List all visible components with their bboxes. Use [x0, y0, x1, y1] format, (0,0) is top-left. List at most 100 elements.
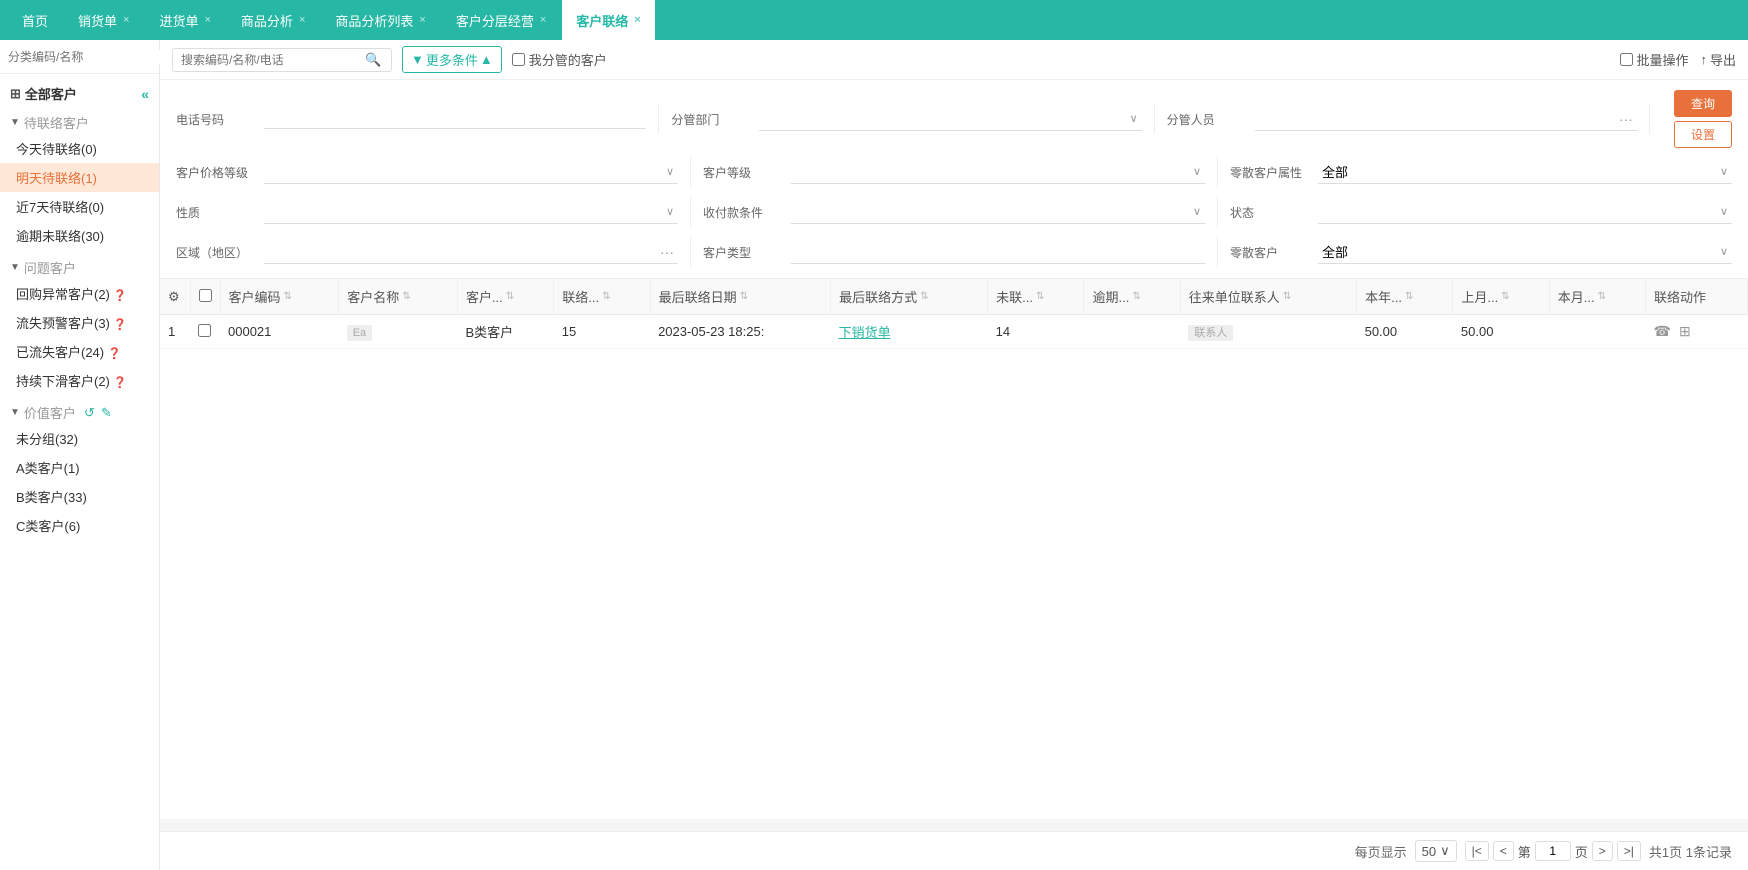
sort-overdue-icon: ⇅	[1132, 291, 1140, 302]
triangle-icon: ▼	[10, 117, 20, 128]
th-checkbox	[190, 279, 220, 315]
sidebar-lost-warning[interactable]: 流失预警客户(3) ❓	[0, 308, 159, 337]
settings-button[interactable]: 设置	[1674, 121, 1732, 148]
cust-type-select[interactable]	[791, 240, 1205, 264]
batch-op-check[interactable]	[1620, 53, 1633, 66]
adv-filter-row2: 客户价格等级 ∨ 客户等级 ∨ 零散客户属性 全部	[176, 156, 1732, 188]
th-code[interactable]: 客户编码 ⇅	[220, 279, 339, 315]
sidebar-all-customers[interactable]: ⊞ 全部客户 «	[0, 78, 159, 109]
th-settings[interactable]: ⚙	[160, 279, 190, 315]
nav-product-analysis-list[interactable]: 商品分析列表 ×	[321, 0, 439, 40]
sidebar-c-class[interactable]: C类客户(6)	[0, 511, 159, 540]
next-page-btn[interactable]: >	[1592, 841, 1613, 861]
value-customers-label[interactable]: ▼ 价值客户 ↺ ✎	[0, 399, 159, 424]
close-purchase-order-icon[interactable]: ×	[204, 14, 210, 26]
last-page-btn[interactable]: >|	[1617, 841, 1641, 861]
person-select[interactable]: ···	[1255, 107, 1637, 131]
row-checkbox[interactable]	[198, 324, 211, 337]
th-this-year[interactable]: 本年... ⇅	[1357, 279, 1453, 315]
th-overdue[interactable]: 逾期... ⇅	[1084, 279, 1180, 315]
my-customers-check[interactable]	[512, 53, 525, 66]
close-sales-order-icon[interactable]: ×	[123, 14, 129, 26]
sidebar-repurchase-anomaly[interactable]: 回购异常客户(2) ❓	[0, 279, 159, 308]
more-conditions-btn[interactable]: ▼ 更多条件 ▲	[402, 46, 502, 73]
cell-no: 1	[160, 315, 190, 349]
refresh-icon[interactable]: ↺	[84, 405, 95, 421]
page-size-select[interactable]: 50 ∨	[1415, 840, 1457, 862]
problem-customers-label[interactable]: ▼ 问题客户	[0, 254, 159, 279]
search-input[interactable]	[181, 53, 361, 67]
sidebar-ungrouped[interactable]: 未分组(32)	[0, 424, 159, 453]
cust-type-field: 客户类型	[703, 236, 1205, 268]
cust-level-select[interactable]: ∨	[791, 160, 1205, 184]
prev-page-btn[interactable]: <	[1493, 841, 1514, 861]
retail-attr-select[interactable]: 全部 ∨	[1318, 160, 1732, 184]
horizontal-scrollbar[interactable]	[160, 819, 1748, 831]
filter-actions: 查询 设置	[1662, 90, 1732, 148]
sidebar-tomorrow-contact[interactable]: 明天待联络(1)	[0, 163, 159, 192]
page-label: 第	[1518, 842, 1531, 861]
th-this-month[interactable]: 本月... ⇅	[1549, 279, 1645, 315]
sidebar-content: ⊞ 全部客户 « ▼ 待联络客户 今天待联络(0) 明天待联络(1) 近7天待联…	[0, 74, 159, 870]
filter-bar: 🔍 ▼ 更多条件 ▲ 我分管的客户 批量操作 ↑ 导出	[160, 40, 1748, 80]
query-button[interactable]: 查询	[1674, 90, 1732, 117]
search-box[interactable]: 🔍	[172, 48, 392, 72]
dept-select[interactable]: ∨	[759, 107, 1141, 131]
action-more-icon[interactable]: ⊞	[1679, 323, 1691, 340]
close-customer-contact-icon[interactable]: ×	[634, 14, 640, 26]
adv-filter-row4: 区域（地区） ··· 客户类型 零散客户 全部 ∨	[176, 236, 1732, 268]
pending-contact-label[interactable]: ▼ 待联络客户	[0, 109, 159, 134]
export-btn[interactable]: ↑ 导出	[1700, 50, 1736, 69]
cust-price-select[interactable]: ∨	[264, 160, 678, 184]
th-contact-person[interactable]: 往来单位联系人 ⇅	[1180, 279, 1356, 315]
payment-select[interactable]: ∨	[791, 200, 1205, 224]
nature-select[interactable]: ∨	[264, 200, 678, 224]
page-number-input[interactable]	[1535, 841, 1571, 861]
bottom-bar: 每页显示 50 ∨ |< < 第 页 > >| 共1页 1条记录	[160, 831, 1748, 870]
th-last-month[interactable]: 上月... ⇅	[1453, 279, 1549, 315]
status-select[interactable]: ∨	[1318, 200, 1732, 224]
th-contact[interactable]: 联络... ⇅	[554, 279, 650, 315]
th-uncontacted[interactable]: 未联... ⇅	[988, 279, 1084, 315]
close-customer-stratification-icon[interactable]: ×	[540, 14, 546, 26]
first-page-btn[interactable]: |<	[1465, 841, 1489, 861]
nav-home[interactable]: 首页	[8, 0, 62, 40]
nav-product-analysis[interactable]: 商品分析 ×	[227, 0, 319, 40]
settings-icon[interactable]: ⚙	[168, 289, 180, 304]
sidebar-b-class[interactable]: B类客户(33)	[0, 482, 159, 511]
sidebar-already-lost[interactable]: 已流失客户(24) ❓	[0, 337, 159, 366]
sidebar-today-contact[interactable]: 今天待联络(0)	[0, 134, 159, 163]
search-icon[interactable]: 🔍	[365, 52, 381, 68]
phone-input[interactable]	[264, 110, 646, 129]
help-icon2: ❓	[113, 319, 127, 331]
edit-icon[interactable]: ✎	[101, 405, 112, 421]
action-phone-icon[interactable]: ☎	[1654, 323, 1671, 340]
batch-op-btn[interactable]: 批量操作	[1620, 50, 1688, 69]
cell-last-method[interactable]: 下销货单	[831, 315, 988, 349]
sidebar-continuous-decline[interactable]: 持续下滑客户(2) ❓	[0, 366, 159, 395]
close-product-analysis-icon[interactable]: ×	[299, 14, 305, 26]
th-last-date[interactable]: 最后联络日期 ⇅	[650, 279, 831, 315]
sidebar-search-input[interactable]	[8, 50, 163, 64]
select-all-checkbox[interactable]	[199, 289, 212, 302]
cell-type: B类客户	[457, 315, 553, 349]
cell-checkbox[interactable]	[190, 315, 220, 349]
sort-name-icon: ⇅	[402, 291, 410, 302]
close-product-analysis-list-icon[interactable]: ×	[419, 14, 425, 26]
nav-customer-contact[interactable]: 客户联络 ×	[562, 0, 654, 40]
th-name[interactable]: 客户名称 ⇅	[339, 279, 458, 315]
th-type[interactable]: 客户... ⇅	[457, 279, 553, 315]
sidebar-week-contact[interactable]: 近7天待联络(0)	[0, 192, 159, 221]
collapse-sidebar-icon[interactable]: «	[141, 86, 149, 102]
last-method-link[interactable]: 下销货单	[839, 325, 891, 340]
sidebar-a-class[interactable]: A类客户(1)	[0, 453, 159, 482]
th-last-method[interactable]: 最后联络方式 ⇅	[831, 279, 988, 315]
total-label: 共1页 1条记录	[1649, 842, 1732, 861]
nav-purchase-order[interactable]: 进货单 ×	[145, 0, 224, 40]
my-customers-checkbox[interactable]: 我分管的客户	[512, 50, 607, 69]
nav-customer-stratification[interactable]: 客户分层经营 ×	[442, 0, 560, 40]
region-select[interactable]: ···	[264, 240, 678, 264]
sidebar-overdue-contact[interactable]: 逾期未联络(30)	[0, 221, 159, 250]
nav-sales-order[interactable]: 销货单 ×	[64, 0, 143, 40]
retail-select[interactable]: 全部 ∨	[1318, 240, 1732, 264]
